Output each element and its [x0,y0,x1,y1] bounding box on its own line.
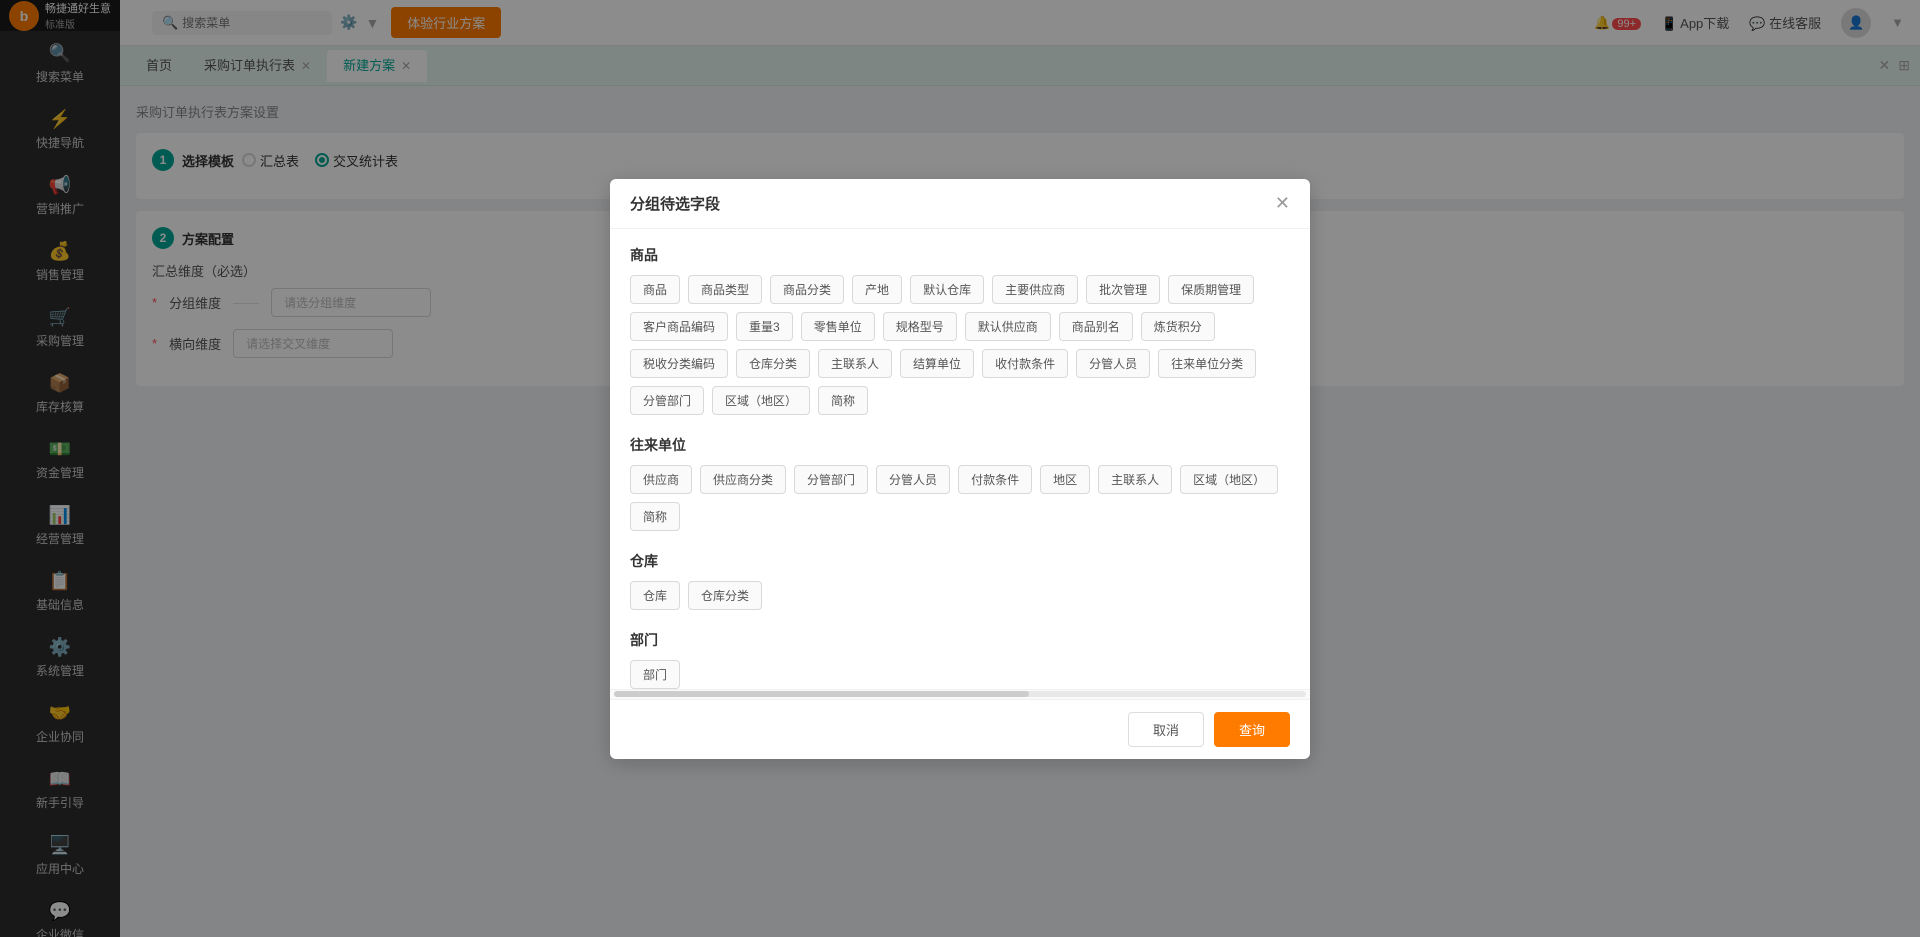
field-tag-1-0[interactable]: 供应商 [630,465,692,494]
field-group-title-1: 往来单位 [630,435,1290,455]
field-tag-0-19[interactable]: 收付款条件 [982,349,1068,378]
field-tag-1-3[interactable]: 分管人员 [876,465,950,494]
cancel-button[interactable]: 取消 [1128,712,1204,747]
field-tag-2-1[interactable]: 仓库分类 [688,581,762,610]
field-tag-0-24[interactable]: 简称 [818,386,868,415]
hscroll-thumb [614,691,1029,697]
field-group-2: 仓库仓库仓库分类 [630,551,1290,610]
field-tag-0-8[interactable]: 客户商品编码 [630,312,728,341]
field-tag-0-5[interactable]: 主要供应商 [992,275,1078,304]
field-tag-1-2[interactable]: 分管部门 [794,465,868,494]
field-tags-0: 商品商品类型商品分类产地默认仓库主要供应商批次管理保质期管理客户商品编码重量3 零… [630,275,1290,415]
modal-hscroll[interactable] [610,689,1310,699]
field-tag-1-5[interactable]: 地区 [1040,465,1090,494]
field-tags-2: 仓库仓库分类 [630,581,1290,610]
field-select-modal: 分组待选字段 ✕ 商品商品商品类型商品分类产地默认仓库主要供应商批次管理保质期管… [610,179,1310,759]
field-tag-1-1[interactable]: 供应商分类 [700,465,786,494]
field-tag-0-0[interactable]: 商品 [630,275,680,304]
field-group-1: 往来单位供应商供应商分类分管部门分管人员付款条件地区主联系人区域（地区） 简称 [630,435,1290,531]
field-tag-0-16[interactable]: 仓库分类 [736,349,810,378]
field-tag-0-9[interactable]: 重量3 [736,312,793,341]
field-tag-0-3[interactable]: 产地 [852,275,902,304]
field-tag-1-6[interactable]: 主联系人 [1098,465,1172,494]
field-group-title-3: 部门 [630,630,1290,650]
field-tag-0-1[interactable]: 商品类型 [688,275,762,304]
field-tag-0-13[interactable]: 商品别名 [1059,312,1133,341]
field-tag-0-20[interactable]: 分管人员 [1076,349,1150,378]
field-tag-0-7[interactable]: 保质期管理 [1168,275,1254,304]
confirm-button[interactable]: 查询 [1214,712,1290,747]
field-tag-0-15[interactable]: 税收分类编码 [630,349,728,378]
modal-overlay: 分组待选字段 ✕ 商品商品商品类型商品分类产地默认仓库主要供应商批次管理保质期管… [0,0,1920,937]
field-tag-3-0[interactable]: 部门 [630,660,680,689]
field-tag-0-18[interactable]: 结算单位 [900,349,974,378]
field-tag-0-12[interactable]: 默认供应商 [965,312,1051,341]
field-tag-0-6[interactable]: 批次管理 [1086,275,1160,304]
modal-close-button[interactable]: ✕ [1275,194,1290,212]
modal-body: 商品商品商品类型商品分类产地默认仓库主要供应商批次管理保质期管理客户商品编码重量… [610,229,1310,689]
field-tags-1: 供应商供应商分类分管部门分管人员付款条件地区主联系人区域（地区） 简称 [630,465,1290,531]
field-tag-1-7[interactable]: 区域（地区） [1180,465,1278,494]
field-group-title-2: 仓库 [630,551,1290,571]
field-tag-1-4[interactable]: 付款条件 [958,465,1032,494]
field-tag-0-22[interactable]: 分管部门 [630,386,704,415]
field-tag-0-11[interactable]: 规格型号 [883,312,957,341]
modal-footer: 取消 查询 [610,699,1310,759]
field-tag-0-4[interactable]: 默认仓库 [910,275,984,304]
field-tag-0-21[interactable]: 往来单位分类 [1158,349,1256,378]
field-tag-0-17[interactable]: 主联系人 [818,349,892,378]
field-tag-0-14[interactable]: 炼货积分 [1141,312,1215,341]
modal-title: 分组待选字段 [630,193,720,214]
hscroll-track [614,691,1306,697]
field-tags-3: 部门 [630,660,1290,689]
field-tag-1-8[interactable]: 简称 [630,502,680,531]
field-group-0: 商品商品商品类型商品分类产地默认仓库主要供应商批次管理保质期管理客户商品编码重量… [630,245,1290,415]
modal-header: 分组待选字段 ✕ [610,179,1310,229]
field-tag-0-10[interactable]: 零售单位 [801,312,875,341]
field-group-title-0: 商品 [630,245,1290,265]
field-group-3: 部门部门 [630,630,1290,689]
field-tag-0-2[interactable]: 商品分类 [770,275,844,304]
field-tag-0-23[interactable]: 区域（地区） [712,386,810,415]
field-tag-2-0[interactable]: 仓库 [630,581,680,610]
